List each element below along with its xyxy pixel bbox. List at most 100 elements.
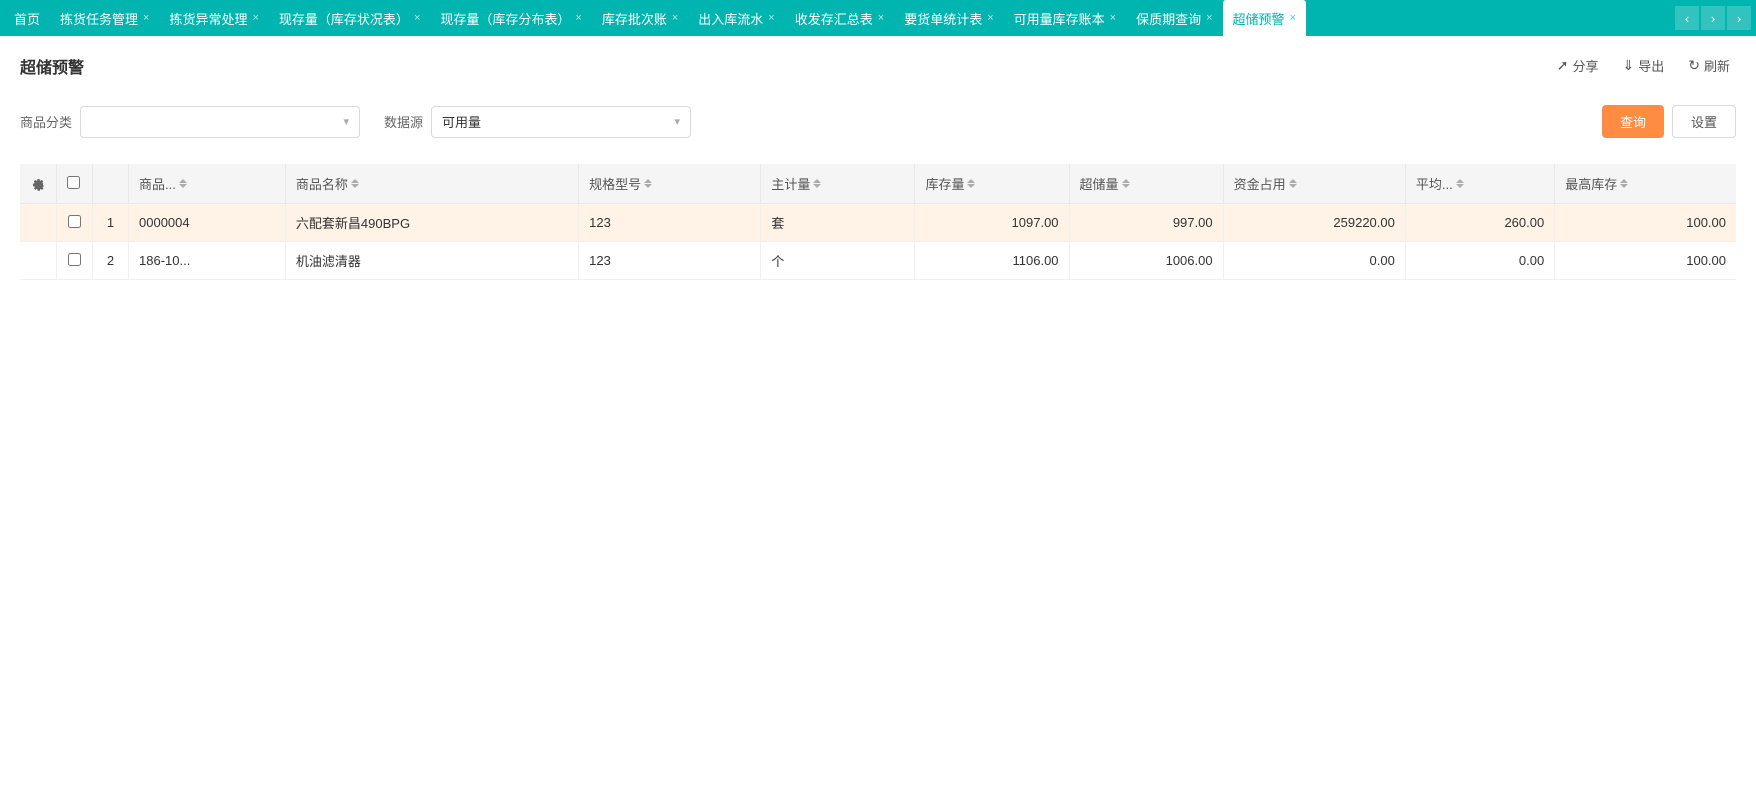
- category-select[interactable]: ▾: [80, 106, 360, 138]
- th-gear[interactable]: [20, 164, 57, 204]
- nav-exception[interactable]: 拣货异常处理 ×: [159, 0, 268, 36]
- th-product-code[interactable]: 商品...: [129, 164, 286, 204]
- td-product-code: 0000004: [129, 204, 286, 242]
- td-index: 2: [93, 242, 129, 280]
- nav-prev-button[interactable]: ‹: [1675, 6, 1699, 30]
- th-unit[interactable]: 主计量: [761, 164, 915, 204]
- th-stock[interactable]: 库存量: [915, 164, 1069, 204]
- nav-next-button[interactable]: ›: [1701, 6, 1725, 30]
- td-index: 1: [93, 204, 129, 242]
- share-button[interactable]: ➚ 分享: [1551, 52, 1605, 79]
- close-icon[interactable]: ×: [414, 12, 420, 24]
- nav-inout-flow[interactable]: 出入库流水 ×: [688, 0, 784, 36]
- close-icon[interactable]: ×: [987, 12, 993, 24]
- nav-home[interactable]: 首页: [4, 0, 50, 36]
- topbar: 首页 拣货任务管理 × 拣货异常处理 × 现存量（库存状况表） × 现存量（库存…: [0, 0, 1756, 36]
- close-icon[interactable]: ×: [878, 12, 884, 24]
- sort-icon: [179, 179, 187, 188]
- category-filter-group: 商品分类 ▾: [20, 106, 360, 138]
- table-row: 1 0000004 六配套新昌490BPG 123 套 1097.00 997.…: [20, 204, 1736, 242]
- chevron-down-icon: ▾: [675, 115, 681, 128]
- export-icon: ⇓: [1623, 57, 1635, 74]
- table-header-row: 商品... 商品名称 规格型号: [20, 164, 1736, 204]
- nav-batch-account[interactable]: 库存批次账 ×: [592, 0, 688, 36]
- td-spec: 123: [579, 242, 761, 280]
- datasource-select[interactable]: 可用量 ▾: [431, 106, 691, 138]
- td-stock: 1097.00: [915, 204, 1069, 242]
- sort-icon: [1620, 179, 1628, 188]
- nav-inventory-status[interactable]: 现存量（库存状况表） ×: [269, 0, 430, 36]
- td-over-stock: 1006.00: [1069, 242, 1223, 280]
- th-product-name[interactable]: 商品名称: [285, 164, 578, 204]
- datasource-label: 数据源: [384, 112, 423, 131]
- page-actions: ➚ 分享 ⇓ 导出 ↻ 刷新: [1551, 52, 1736, 79]
- td-gear: [20, 204, 57, 242]
- td-unit: 套: [761, 204, 915, 242]
- nav-overstock-warning[interactable]: 超储预警 ×: [1223, 0, 1306, 36]
- td-stock: 1106.00: [915, 242, 1069, 280]
- row-checkbox[interactable]: [68, 215, 81, 228]
- nav-quality-query[interactable]: 保质期查询 ×: [1126, 0, 1222, 36]
- filter-buttons: 查询 设置: [1602, 105, 1736, 138]
- sort-icon: [351, 179, 359, 188]
- refresh-button[interactable]: ↻ 刷新: [1682, 52, 1736, 79]
- sort-icon: [1289, 179, 1297, 188]
- td-over-stock: 997.00: [1069, 204, 1223, 242]
- page-content: 超储预警 ➚ 分享 ⇓ 导出 ↻ 刷新 商品分类 ▾ 数据源: [0, 36, 1756, 800]
- sort-icon: [813, 179, 821, 188]
- sort-icon: [1122, 179, 1130, 188]
- close-icon[interactable]: ×: [143, 12, 149, 24]
- category-label: 商品分类: [20, 112, 72, 131]
- share-icon: ➚: [1557, 57, 1569, 74]
- th-spec[interactable]: 规格型号: [579, 164, 761, 204]
- td-max-stock: 100.00: [1555, 242, 1736, 280]
- close-icon[interactable]: ×: [1110, 12, 1116, 24]
- td-max-stock: 100.00: [1555, 204, 1736, 242]
- close-icon[interactable]: ×: [1290, 12, 1296, 24]
- export-button[interactable]: ⇓ 导出: [1617, 52, 1671, 79]
- row-checkbox[interactable]: [68, 253, 81, 266]
- select-all-checkbox[interactable]: [67, 176, 80, 189]
- td-capital-use: 0.00: [1223, 242, 1405, 280]
- nav-summary[interactable]: 收发存汇总表 ×: [785, 0, 894, 36]
- close-icon[interactable]: ×: [252, 12, 258, 24]
- data-table: 商品... 商品名称 规格型号: [20, 164, 1736, 280]
- table-row: 2 186-10... 机油滤清器 123 个 1106.00 1006.00 …: [20, 242, 1736, 280]
- sort-icon: [1456, 179, 1464, 188]
- nav-more-button[interactable]: ›: [1727, 6, 1751, 30]
- td-product-code: 186-10...: [129, 242, 286, 280]
- td-avg: 260.00: [1405, 204, 1554, 242]
- nav-inventory-dist[interactable]: 现存量（库存分布表） ×: [430, 0, 591, 36]
- datasource-filter-group: 数据源 可用量 ▾: [384, 106, 691, 138]
- th-checkbox[interactable]: [57, 164, 93, 204]
- td-product-name: 机油滤清器: [285, 242, 578, 280]
- page-header: 超储预警 ➚ 分享 ⇓ 导出 ↻ 刷新: [20, 52, 1736, 79]
- gear-icon: [30, 176, 46, 192]
- td-gear: [20, 242, 57, 280]
- close-icon[interactable]: ×: [1206, 12, 1212, 24]
- td-product-name: 六配套新昌490BPG: [285, 204, 578, 242]
- query-button[interactable]: 查询: [1602, 105, 1664, 138]
- nav-arrows: ‹ › ›: [1674, 6, 1752, 30]
- settings-button[interactable]: 设置: [1672, 105, 1736, 138]
- th-capital-use[interactable]: 资金占用: [1223, 164, 1405, 204]
- sort-icon: [967, 179, 975, 188]
- close-icon[interactable]: ×: [672, 12, 678, 24]
- th-max-stock[interactable]: 最高库存: [1555, 164, 1736, 204]
- chevron-down-icon: ▾: [343, 115, 349, 128]
- th-over-stock[interactable]: 超储量: [1069, 164, 1223, 204]
- nav-order-stats[interactable]: 要货单统计表 ×: [894, 0, 1003, 36]
- close-icon[interactable]: ×: [768, 12, 774, 24]
- nav-available-account[interactable]: 可用量库存账本 ×: [1004, 0, 1126, 36]
- th-avg[interactable]: 平均...: [1405, 164, 1554, 204]
- td-capital-use: 259220.00: [1223, 204, 1405, 242]
- nav-task-mgmt[interactable]: 拣货任务管理 ×: [50, 0, 159, 36]
- td-checkbox[interactable]: [57, 204, 93, 242]
- sort-icon: [644, 179, 652, 188]
- page-title: 超储预警: [20, 54, 84, 78]
- close-icon[interactable]: ×: [575, 12, 581, 24]
- td-checkbox[interactable]: [57, 242, 93, 280]
- datasource-value: 可用量: [442, 112, 481, 131]
- td-avg: 0.00: [1405, 242, 1554, 280]
- td-unit: 个: [761, 242, 915, 280]
